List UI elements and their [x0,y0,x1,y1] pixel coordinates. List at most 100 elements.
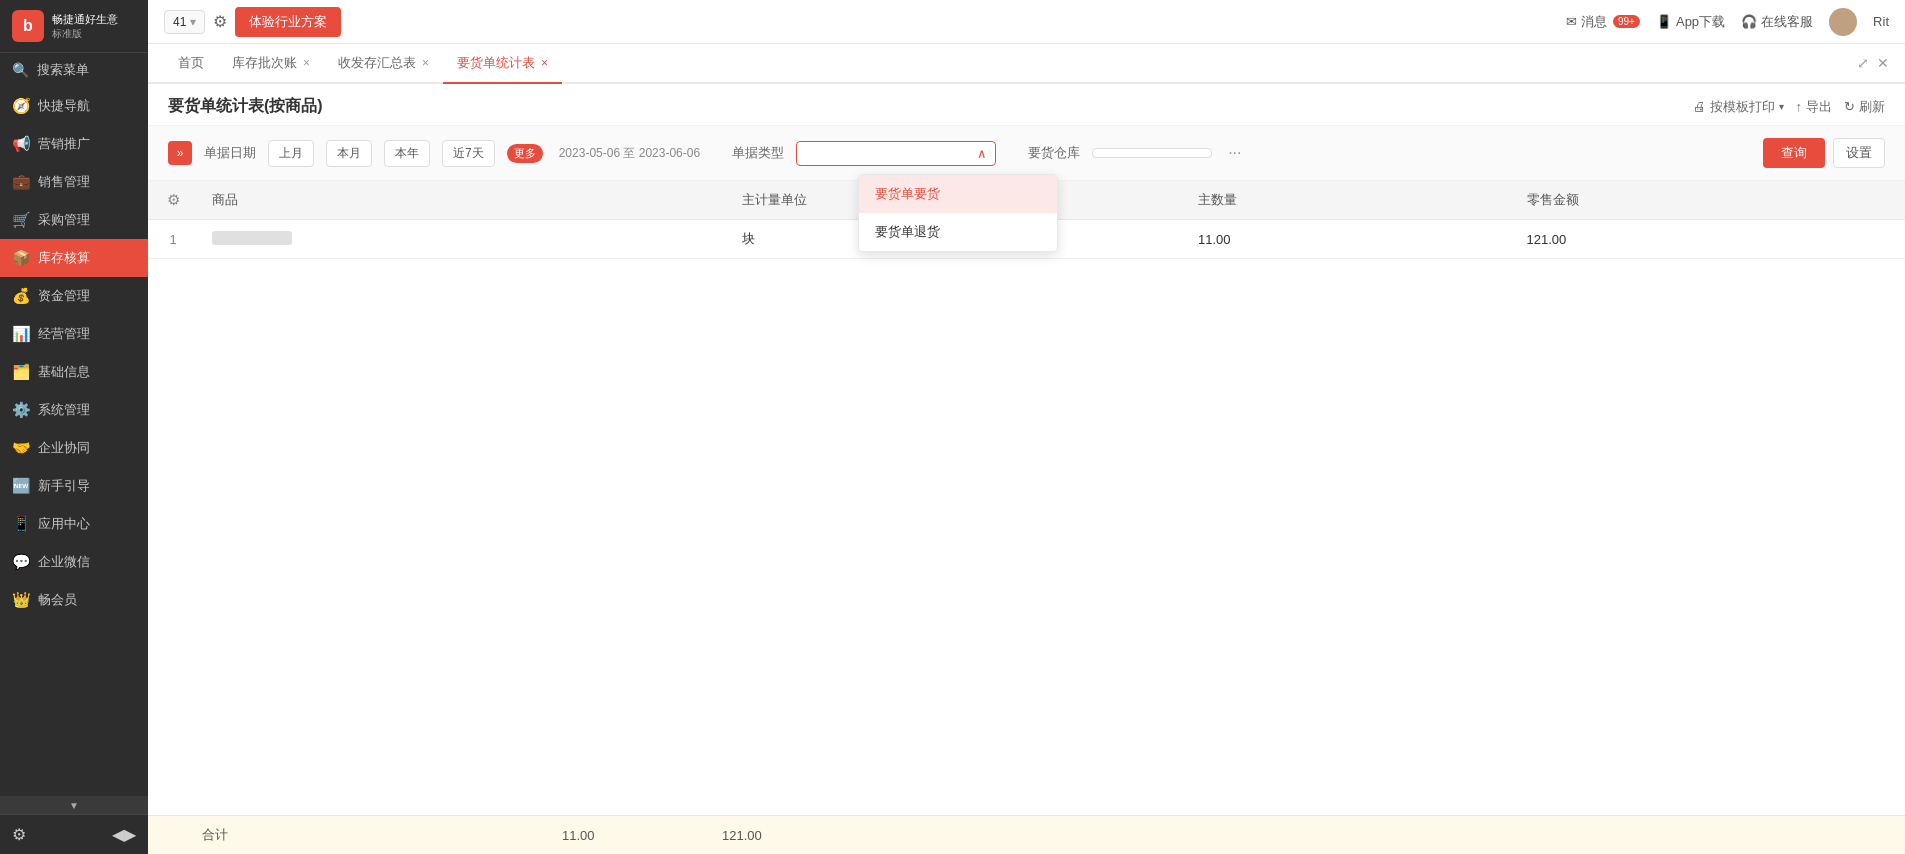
tab-inventory-batch[interactable]: 库存批次账 × [218,44,324,84]
tab-close-income-summary[interactable]: × [422,56,429,70]
row-amount: 121.00 [1513,220,1905,259]
settings-icon[interactable]: ⚙ [12,825,26,844]
app-download-btn[interactable]: 📱 App下载 [1656,13,1725,31]
sidebar-item-vip[interactable]: 👑 畅会员 [0,581,148,619]
enterprise-icon: 🤝 [12,439,30,457]
sidebar-scroll-down[interactable]: ▼ [0,796,148,814]
service-btn[interactable]: 🎧 在线客服 [1741,13,1813,31]
product-blurred [212,231,292,245]
date-btn-last-month[interactable]: 上月 [268,140,314,167]
dropdown-item-order[interactable]: 要货单要货 [859,175,1057,213]
apps-icon: 📱 [12,515,30,533]
maximize-icon: ⤢ [1857,55,1869,71]
sidebar-item-quick-nav[interactable]: 🧭 快捷导航 [0,87,148,125]
inventory-icon: 📦 [12,249,30,267]
sidebar-item-sales[interactable]: 💼 销售管理 [0,163,148,201]
purchase-icon: 🛒 [12,211,30,229]
phone-icon: 📱 [1656,14,1672,29]
type-label: 单据类型 [732,144,784,162]
guide-icon: 🆕 [12,477,30,495]
tabs-bar: 首页 库存批次账 × 收发存汇总表 × 要货单统计表 × ⤢ ✕ [148,44,1905,84]
company-selector[interactable]: 41 ▾ [164,10,205,34]
page-actions: 🖨 按模板打印 ▾ ↑ 导出 ↻ 刷新 [1693,98,1886,116]
filter-dots-icon[interactable]: ··· [1228,144,1241,162]
quick-nav-icon: 🧭 [12,97,30,115]
tab-close-inventory-batch[interactable]: × [303,56,310,70]
printer-icon: 🖨 [1693,99,1706,114]
chevron-down-icon: ▾ [190,15,196,29]
sidebar-item-operations[interactable]: 📊 经营管理 [0,315,148,353]
refresh-btn[interactable]: ↻ 刷新 [1844,98,1885,116]
sidebar-item-marketing[interactable]: 📢 营销推广 [0,125,148,163]
sidebar-item-wecom[interactable]: 💬 企业微信 [0,543,148,581]
date-btn-last-7-days[interactable]: 近7天 [442,140,495,167]
user-avatar[interactable] [1829,8,1857,36]
wecom-icon: 💬 [12,553,30,571]
date-label: 单据日期 [204,144,256,162]
trial-btn[interactable]: 体验行业方案 [235,7,341,37]
topbar-left: 41 ▾ ⚙ 体验行业方案 [164,7,341,37]
settings-btn[interactable]: 设置 [1833,138,1885,168]
row-quantity: 11.00 [1184,220,1513,259]
sidebar-footer: ⚙ ◀▶ [0,814,148,854]
logo-text: 畅捷通好生意 标准版 [52,12,118,39]
sidebar-item-finance[interactable]: 💰 资金管理 [0,277,148,315]
sidebar-item-guide[interactable]: 🆕 新手引导 [0,467,148,505]
date-btn-this-month[interactable]: 本月 [326,140,372,167]
row-product [198,220,728,259]
sidebar-item-purchase[interactable]: 🛒 采购管理 [0,201,148,239]
filter-actions-right: 查询 设置 [1763,138,1885,168]
sidebar-nav: 🧭 快捷导航 📢 营销推广 💼 销售管理 🛒 采购管理 📦 库存核算 💰 资金管… [0,87,148,796]
filter-expand-btn[interactable]: » [168,141,192,165]
system-icon: ⚙️ [12,401,30,419]
page-title: 要货单统计表(按商品) [168,96,323,117]
date-range-text: 2023-05-06 至 2023-06-06 [559,145,700,162]
message-btn[interactable]: ✉ 消息 99+ [1566,13,1640,31]
close-icon: ✕ [1877,55,1889,71]
logo-icon: b [12,10,44,42]
topbar: 41 ▾ ⚙ 体验行业方案 ✉ 消息 99+ 📱 App下载 🎧 在线客服 Ri… [148,0,1905,44]
collapse-icon[interactable]: ◀▶ [112,825,136,844]
more-badge[interactable]: 更多 [507,144,543,163]
sidebar-item-enterprise[interactable]: 🤝 企业协同 [0,429,148,467]
sales-icon: 💼 [12,173,30,191]
tab-income-summary[interactable]: 收发存汇总表 × [324,44,443,84]
warehouse-input[interactable] [1092,148,1212,158]
sidebar-item-basic[interactable]: 🗂️ 基础信息 [0,353,148,391]
tabs-expand[interactable]: ⤢ ✕ [1857,55,1889,71]
app-logo: b 畅捷通好生意 标准版 [0,0,148,53]
vip-icon: 👑 [12,591,30,609]
print-btn[interactable]: 🖨 按模板打印 ▾ [1693,98,1784,116]
amount-column-header: 零售金额 [1513,181,1905,220]
type-input[interactable]: ∧ [796,141,996,166]
sidebar-item-system[interactable]: ⚙️ 系统管理 [0,391,148,429]
row-num: 1 [148,220,198,259]
search-icon: 🔍 [12,62,29,78]
gear-icon: ⚙ [167,191,180,208]
tab-close-order-summary[interactable]: × [541,56,548,70]
query-btn[interactable]: 查询 [1763,138,1825,168]
sidebar-item-apps[interactable]: 📱 应用中心 [0,505,148,543]
tab-order-summary[interactable]: 要货单统计表 × [443,44,562,84]
sidebar-item-inventory[interactable]: 📦 库存核算 [0,239,148,277]
export-icon: ↑ [1796,99,1803,114]
refresh-icon: ↻ [1844,99,1855,114]
total-label: 合计 [162,826,502,844]
filter-bar: » 单据日期 上月 本月 本年 近7天 更多 2023-05-06 至 2023… [148,126,1905,181]
sidebar-search[interactable]: 🔍 搜索菜单 [0,53,148,87]
table-footer: 合计 11.00 121.00 [148,815,1905,854]
date-btn-this-year[interactable]: 本年 [384,140,430,167]
topbar-gear-icon[interactable]: ⚙ [213,12,227,31]
export-btn[interactable]: ↑ 导出 [1796,98,1833,116]
dropdown-item-return[interactable]: 要货单退货 [859,213,1057,251]
page-header: 要货单统计表(按商品) 🖨 按模板打印 ▾ ↑ 导出 ↻ 刷新 [148,84,1905,126]
finance-icon: 💰 [12,287,30,305]
expand-icon: » [177,146,184,160]
print-chevron-icon: ▾ [1779,101,1784,112]
gear-column-header[interactable]: ⚙ [148,181,198,220]
total-quantity: 11.00 [562,828,682,843]
quantity-column-header: 主数量 [1184,181,1513,220]
tab-home[interactable]: 首页 [164,44,218,84]
topbar-right: ✉ 消息 99+ 📱 App下载 🎧 在线客服 Rit [1566,8,1889,36]
product-column-header: 商品 [198,181,728,220]
